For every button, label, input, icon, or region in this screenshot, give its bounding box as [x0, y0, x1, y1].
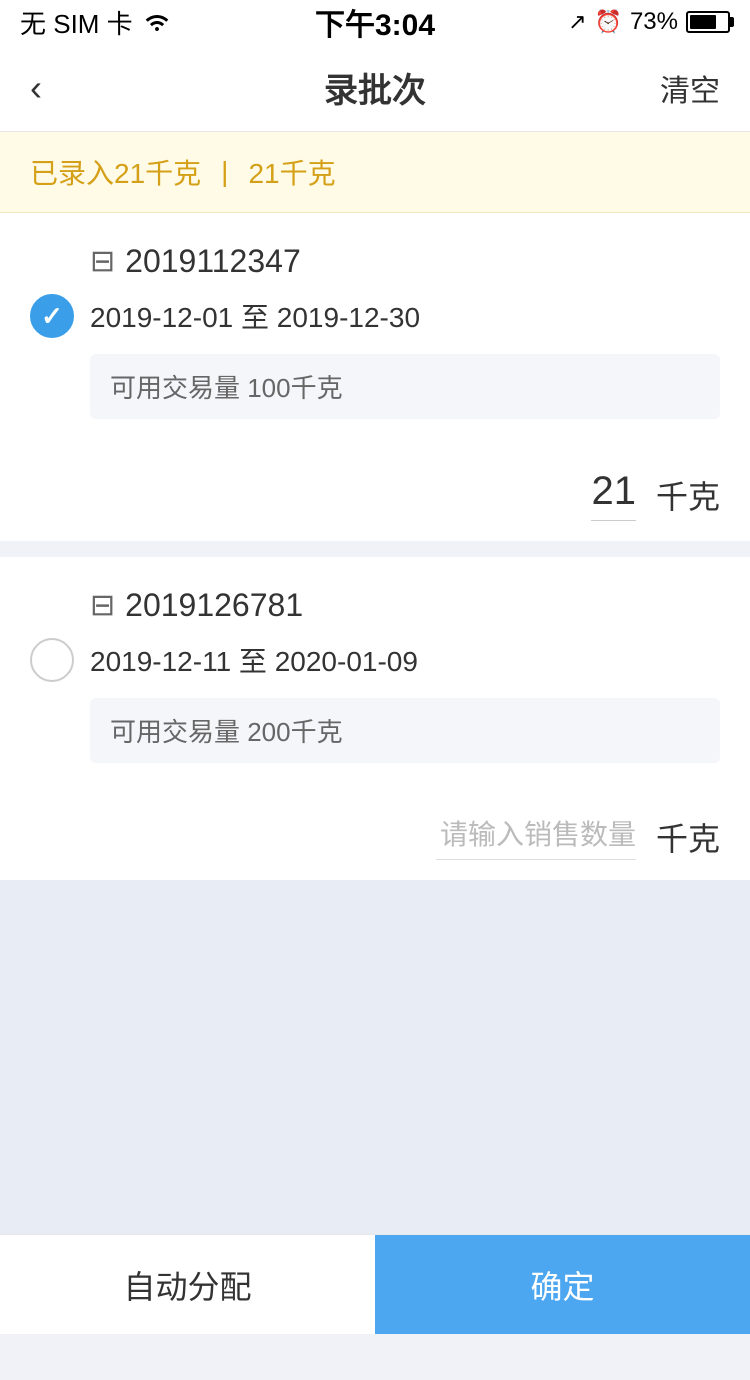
- batch-date-1: 2019-12-01 至 2019-12-30: [90, 296, 420, 336]
- clear-button[interactable]: 清空: [660, 66, 720, 110]
- batch-availability-2: 可用交易量 200千克: [90, 698, 720, 763]
- auto-distribute-button[interactable]: 自动分配: [0, 1235, 375, 1334]
- batch-icon-2: ⊟: [90, 588, 115, 623]
- batch-date-row-1[interactable]: 2019-12-01 至 2019-12-30: [30, 294, 720, 338]
- status-left: 无 SIM 卡: [20, 4, 171, 41]
- radio-1[interactable]: [30, 294, 74, 338]
- batch-id-2: 2019126781: [125, 587, 303, 624]
- recorded-label: 已录入21千克: [30, 152, 201, 192]
- nav-bar: ‹ 录批次 清空: [0, 44, 750, 132]
- quantity-input-placeholder-2[interactable]: 请输入销售数量: [436, 813, 636, 860]
- input-unit-2: 千克: [656, 814, 720, 860]
- footer: 自动分配 确定: [0, 1234, 750, 1334]
- battery-icon: [686, 11, 730, 33]
- quantity-row-1: 21 千克: [0, 449, 750, 541]
- main-content: 已录入21千克 | 21千克 ⊟ 2019112347 2019-12-01 至…: [0, 132, 750, 1380]
- batch-id-1: 2019112347: [125, 243, 301, 280]
- section-divider: [0, 541, 750, 557]
- info-divider: |: [221, 156, 228, 188]
- batch-header-1: ⊟ 2019112347: [90, 243, 720, 280]
- batch-date-row-2[interactable]: 2019-12-11 至 2020-01-09: [30, 638, 720, 682]
- wifi-icon: [143, 7, 171, 38]
- quantity-value-1[interactable]: 21: [591, 469, 636, 521]
- batch-item-1: ⊟ 2019112347 2019-12-01 至 2019-12-30 可用交…: [0, 213, 750, 449]
- info-total: 21千克: [248, 152, 335, 192]
- carrier-text: 无 SIM 卡: [20, 4, 133, 41]
- batch-item-2: ⊟ 2019126781 2019-12-11 至 2020-01-09 可用交…: [0, 557, 750, 793]
- status-right: ↗ ⏰ 73%: [568, 8, 730, 36]
- page-title: 录批次: [324, 63, 426, 112]
- radio-2[interactable]: [30, 638, 74, 682]
- status-bar: 无 SIM 卡 下午3:04 ↗ ⏰ 73%: [0, 0, 750, 44]
- status-time: 下午3:04: [315, 0, 435, 44]
- batch-date-2: 2019-12-11 至 2020-01-09: [90, 640, 418, 680]
- back-button[interactable]: ‹: [30, 67, 90, 109]
- batch-availability-1: 可用交易量 100千克: [90, 354, 720, 419]
- location-icon: ↗: [568, 9, 586, 35]
- quantity-unit-1: 千克: [656, 472, 720, 518]
- confirm-button[interactable]: 确定: [375, 1235, 750, 1334]
- alarm-icon: ⏰: [595, 9, 622, 35]
- info-banner: 已录入21千克 | 21千克: [0, 132, 750, 213]
- battery-text: 73%: [630, 8, 678, 36]
- batch-icon-1: ⊟: [90, 244, 115, 279]
- input-row-2: 请输入销售数量 千克: [0, 793, 750, 880]
- batch-header-2: ⊟ 2019126781: [90, 587, 720, 624]
- empty-area: [0, 880, 750, 1280]
